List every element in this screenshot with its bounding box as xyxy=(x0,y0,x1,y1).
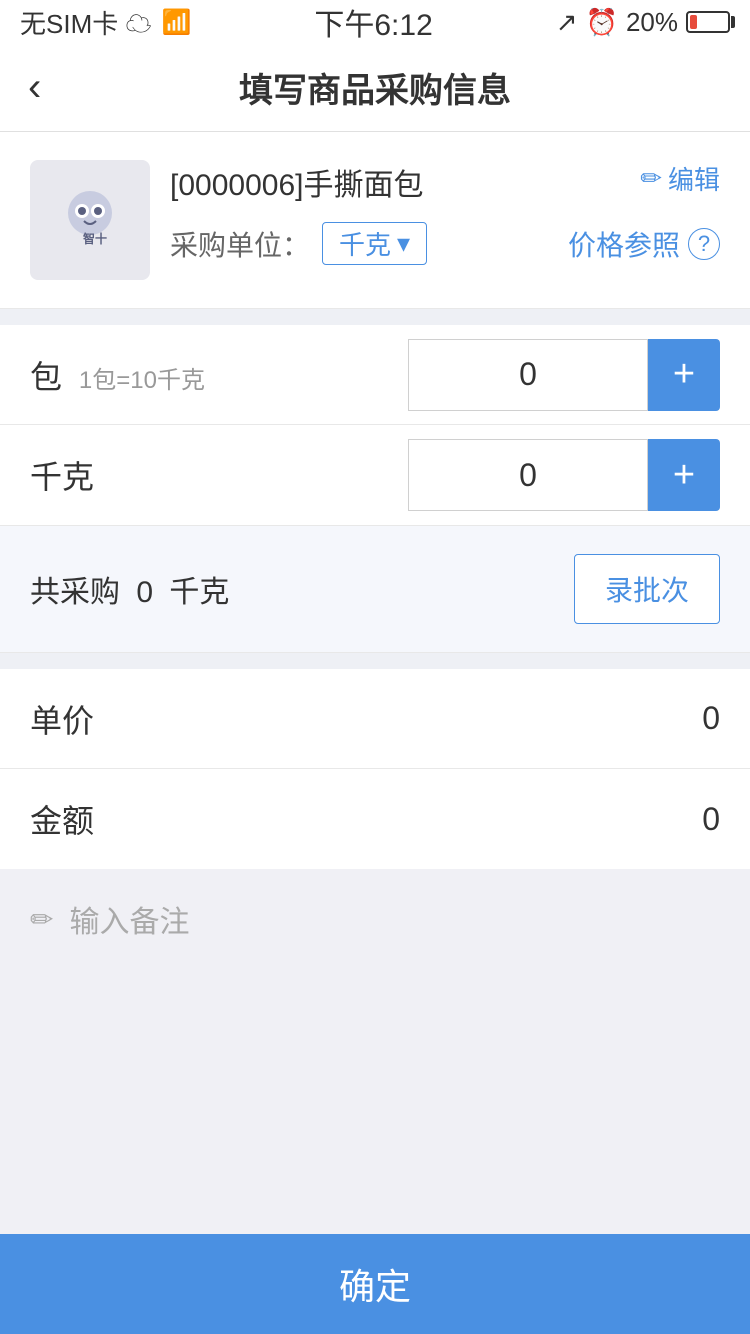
battery-percent: 20% xyxy=(626,7,678,38)
status-right: ↗ ⏰ 20% xyxy=(556,7,730,38)
bao-controls: + xyxy=(408,339,720,411)
notes-placeholder: 输入备注 xyxy=(69,897,189,941)
bao-sublabel: 1包=10千克 xyxy=(79,367,205,394)
product-info: [0000006]手撕面包 ✏ 编辑 采购单位： 千克 ▾ 价格参照 ? xyxy=(170,160,720,265)
amount-label: 金额 xyxy=(30,796,94,842)
status-left: 无SIM卡 ☁ 📶 xyxy=(20,4,191,41)
unit-value: 千克 xyxy=(339,225,391,262)
unit-price-value: 0 xyxy=(702,700,720,737)
summary-unit: 千克 xyxy=(169,576,229,609)
unit-label: 采购单位： xyxy=(170,224,310,264)
kg-row: 千克 + xyxy=(0,425,750,525)
unit-dropdown[interactable]: 千克 ▾ xyxy=(322,222,427,265)
wifi-icon: 📶 xyxy=(161,8,191,37)
notes-section[interactable]: ✏ 输入备注 xyxy=(0,869,750,969)
bao-input[interactable] xyxy=(408,339,648,411)
kg-label: 千克 xyxy=(30,452,170,498)
summary-amount: 0 xyxy=(136,576,153,609)
unit-price-label: 单价 xyxy=(30,696,94,742)
pencil-icon: ✏ xyxy=(30,903,53,936)
alarm-icon: ⏰ xyxy=(586,7,618,38)
amount-row: 金额 0 xyxy=(0,769,750,869)
batch-button[interactable]: 录批次 xyxy=(574,554,720,624)
amount-value: 0 xyxy=(702,801,720,838)
battery-fill xyxy=(690,15,697,29)
kg-controls: + xyxy=(408,439,720,511)
confirm-label: 确定 xyxy=(339,1258,411,1310)
product-name: [0000006]手撕面包 xyxy=(170,160,423,204)
price-ref-help-icon: ? xyxy=(688,228,720,260)
page-title: 填写商品采购信息 xyxy=(239,63,511,112)
product-top-row: [0000006]手撕面包 ✏ 编辑 xyxy=(170,160,720,204)
summary-text: 共采购 0 千克 xyxy=(30,567,229,611)
product-thumbnail: 智十 xyxy=(55,185,125,255)
divider-2 xyxy=(0,653,750,669)
nav-bar: ‹ 填写商品采购信息 xyxy=(0,44,750,132)
battery-icon xyxy=(686,11,730,33)
edit-icon: ✏ xyxy=(640,163,662,194)
status-time: 下午6:12 xyxy=(314,0,432,44)
content-spacer xyxy=(0,969,750,1249)
kg-input[interactable] xyxy=(408,439,648,511)
sim-status: 无SIM卡 ☁ xyxy=(20,4,151,41)
bao-row: 包 1包=10千克 + xyxy=(0,325,750,425)
unit-price-row: 单价 0 xyxy=(0,669,750,769)
edit-label: 编辑 xyxy=(668,160,720,197)
bao-label-text: 包 xyxy=(30,359,62,395)
price-section: 单价 0 金额 0 xyxy=(0,669,750,869)
bao-plus-button[interactable]: + xyxy=(648,339,720,411)
back-button[interactable]: ‹ xyxy=(28,65,41,110)
edit-link[interactable]: ✏ 编辑 xyxy=(640,160,720,197)
summary-prefix: 共采购 xyxy=(30,576,120,609)
divider-1 xyxy=(0,309,750,325)
dropdown-arrow: ▾ xyxy=(397,228,410,259)
product-bottom-row: 采购单位： 千克 ▾ 价格参照 ? xyxy=(170,222,720,265)
product-card: 智十 [0000006]手撕面包 ✏ 编辑 采购单位： 千克 ▾ 价格参照 ? xyxy=(0,132,750,309)
kg-plus-button[interactable]: + xyxy=(648,439,720,511)
location-icon: ↗ xyxy=(556,7,578,38)
price-ref-link[interactable]: 价格参照 ? xyxy=(568,224,720,264)
status-bar: 无SIM卡 ☁ 📶 下午6:12 ↗ ⏰ 20% xyxy=(0,0,750,44)
unit-row: 采购单位： 千克 ▾ xyxy=(170,222,427,265)
confirm-button[interactable]: 确定 xyxy=(0,1234,750,1334)
summary-row: 共采购 0 千克 录批次 xyxy=(0,525,750,653)
svg-text:智十: 智十 xyxy=(82,231,107,246)
quantity-section: 包 1包=10千克 + 千克 + xyxy=(0,325,750,525)
price-ref-label: 价格参照 xyxy=(568,224,680,264)
bao-label: 包 1包=10千克 xyxy=(30,352,205,398)
product-image: 智十 xyxy=(30,160,150,280)
